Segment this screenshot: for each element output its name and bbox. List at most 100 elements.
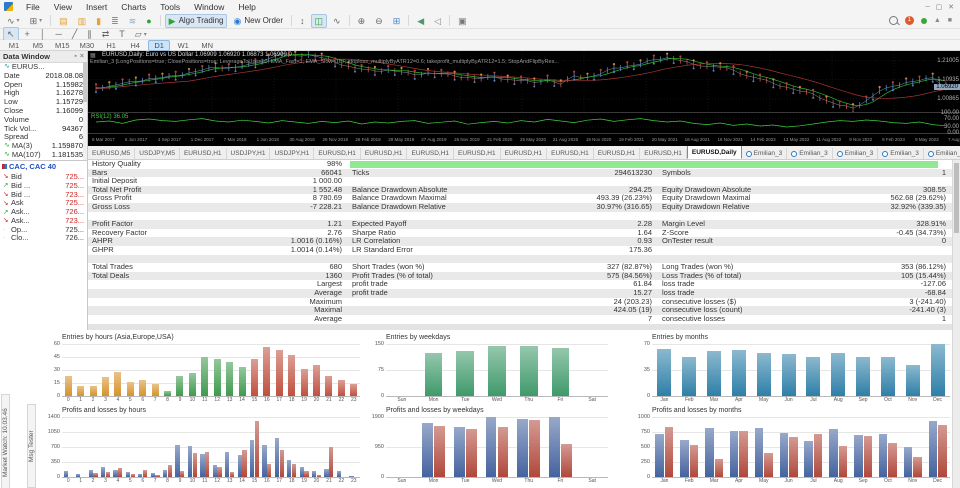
crosshair-tool[interactable]: +: [21, 27, 34, 41]
market-watch-vertical-tab[interactable]: Market Watch: 10.03.46: [1, 394, 10, 488]
chart-type-button[interactable]: ∿▾: [3, 14, 24, 28]
bar: [732, 350, 746, 396]
market-watch-row[interactable]: ↗Ask...726...: [0, 207, 87, 216]
menu-tools[interactable]: Tools: [153, 2, 187, 12]
y-axis-label: 35: [635, 367, 650, 373]
vertical-line-tool[interactable]: │: [36, 27, 50, 41]
market-watch-row[interactable]: ↘Bid725...: [0, 172, 87, 181]
equidistant-channel-tool[interactable]: ⇄: [98, 27, 114, 41]
chart-shift-button[interactable]: ↕: [296, 14, 309, 28]
notification-badge[interactable]: 1: [905, 16, 914, 25]
chart-tab-usdjpy-h1[interactable]: USDJPY,H1: [227, 148, 271, 159]
cloud-button[interactable]: ≋: [125, 14, 141, 28]
timeframe-mn[interactable]: MN: [196, 40, 218, 51]
horizontal-line-tool[interactable]: ─: [51, 27, 65, 41]
x-axis-label: Fri: [558, 478, 564, 484]
timeframe-m15[interactable]: M15: [51, 40, 74, 51]
timeframe-d1[interactable]: D1: [148, 40, 170, 51]
metaeditor-button[interactable]: ▤: [55, 14, 72, 28]
lock-button[interactable]: ▮: [92, 14, 105, 28]
menu-insert[interactable]: Insert: [79, 2, 114, 12]
timeframe-h4[interactable]: H4: [124, 40, 146, 51]
loss-bar: [155, 475, 159, 477]
chart-tab-eurusd-h1[interactable]: EURUSD,H1: [547, 148, 594, 159]
chart-tab-eurusd-h1[interactable]: EURUSD,H1: [314, 148, 361, 159]
channel-tool[interactable]: ∥: [83, 27, 96, 41]
pin-icon[interactable]: ▪: [74, 53, 76, 60]
chart-tab-eurusd-h1[interactable]: EURUSD,H1: [594, 148, 641, 159]
price-chart-area[interactable]: ▦ EURUSD,Daily: Euro vs US Dollar 1.0690…: [88, 51, 960, 146]
stats-label: [88, 315, 238, 324]
chart-tab-eurusd-daily[interactable]: EURUSD,Daily: [687, 146, 742, 159]
cursor-tool[interactable]: ↖: [3, 27, 19, 41]
window-minimize-button[interactable]: –: [926, 3, 930, 11]
chart-tab-eurusd-h1[interactable]: EURUSD,H1: [361, 148, 408, 159]
search-icon[interactable]: [889, 16, 898, 25]
market-watch-row[interactable]: ↗Bid ...725...: [0, 181, 87, 190]
chart-tab-usdjpy-h1[interactable]: USDJPY,H1: [270, 148, 314, 159]
tester-vertical-tab[interactable]: Msg Tester: [27, 404, 36, 488]
new-order-button[interactable]: ◉New Order: [229, 14, 287, 28]
chart-tab-usdjpy-m5[interactable]: USDJPY,M5: [135, 148, 180, 159]
chart-date-label: 1 Dec 2017: [191, 137, 214, 142]
history-center-button[interactable]: ≣: [107, 14, 123, 28]
close-icon[interactable]: ×: [80, 53, 84, 60]
window-maximize-button[interactable]: ▢: [936, 3, 943, 11]
profit-bar: [101, 467, 105, 477]
report-vertical-scrollbar[interactable]: [952, 160, 960, 488]
chart-tab-emilian-3[interactable]: Emilian_3: [924, 148, 960, 159]
algo-trading-button[interactable]: ▶Algo Trading: [165, 14, 228, 28]
screenshot-button[interactable]: ▣: [454, 14, 471, 28]
chart-tab-eurusd-h1[interactable]: EURUSD,H1: [640, 148, 687, 159]
menu-file[interactable]: File: [19, 2, 47, 12]
market-watch-field-value: 725...: [65, 225, 84, 234]
sound-off-button[interactable]: ◁: [430, 14, 445, 28]
settings-icon[interactable]: ■: [948, 17, 952, 24]
tick-chart-button[interactable]: ∿: [329, 14, 345, 28]
shapes-tool[interactable]: ▱▾: [131, 27, 151, 41]
chart-tab-emilian-3[interactable]: Emilian_3: [742, 148, 788, 159]
timeframe-w1[interactable]: W1: [172, 40, 194, 51]
bar: [831, 353, 845, 396]
community-button[interactable]: ●: [142, 14, 155, 28]
trendline-tool[interactable]: ╱: [68, 27, 81, 41]
market-depth-button[interactable]: ▥: [74, 14, 91, 28]
market-watch-row[interactable]: ·Clo...726...: [0, 234, 87, 243]
sound-on-button[interactable]: ◀: [413, 14, 428, 28]
chart-tab-emilian-3[interactable]: Emilian_3: [833, 148, 879, 159]
text-tool[interactable]: T: [115, 27, 129, 41]
timeframe-m1[interactable]: M1: [3, 40, 25, 51]
timeframe-m5[interactable]: M5: [27, 40, 49, 51]
stats-row: Maximal424.05 (19)consecutive loss (coun…: [88, 306, 952, 315]
data-window-scrollbar[interactable]: [83, 62, 87, 160]
menu-view[interactable]: View: [47, 2, 79, 12]
chart-tab-eurusd-h1[interactable]: EURUSD,H1: [454, 148, 501, 159]
chart-tab-eurusd-m5[interactable]: EURUSD,M5: [88, 148, 135, 159]
timeframe-m30[interactable]: M30: [76, 40, 99, 51]
zoom-out-button[interactable]: ⊖: [371, 14, 387, 28]
chart-date-label: 11 Aug 2022: [816, 137, 841, 142]
chart-tab-eurusd-h1[interactable]: EURUSD,H1: [180, 148, 227, 159]
menu-help[interactable]: Help: [231, 2, 262, 12]
data-window-toggle-button[interactable]: ◫: [311, 14, 328, 28]
connection-status-icon: [921, 18, 927, 24]
grid-button[interactable]: ⊞: [389, 14, 405, 28]
window-close-button[interactable]: ✕: [948, 3, 954, 11]
menu-charts[interactable]: Charts: [114, 2, 153, 12]
panel-toggle-icon[interactable]: ▲: [934, 17, 941, 24]
chart-tab-eurusd-h1[interactable]: EURUSD,H1: [501, 148, 548, 159]
x-axis-label: 8: [166, 397, 169, 403]
market-watch-row[interactable]: ↘Ask...723...: [0, 216, 87, 225]
market-watch-row[interactable]: ·Op...725...: [0, 225, 87, 234]
timeframe-h1[interactable]: H1: [100, 40, 122, 51]
chart-tab-emilian-3[interactable]: Emilian_3: [878, 148, 924, 159]
market-watch-row[interactable]: ↘Ask725...: [0, 198, 87, 207]
market-watch-symbol[interactable]: CAC, CAC 40: [0, 161, 87, 172]
zoom-in-button[interactable]: ⊕: [354, 14, 370, 28]
chart-tab-eurusd-h1[interactable]: EURUSD,H1: [407, 148, 454, 159]
menu-window[interactable]: Window: [187, 2, 231, 12]
chart-tab-emilian-3[interactable]: Emilian_3: [787, 148, 833, 159]
channel-icon: ∥: [87, 28, 92, 40]
window-layout-button[interactable]: ⊞▾: [26, 14, 47, 28]
market-watch-row[interactable]: ↘Bid ...723...: [0, 190, 87, 199]
